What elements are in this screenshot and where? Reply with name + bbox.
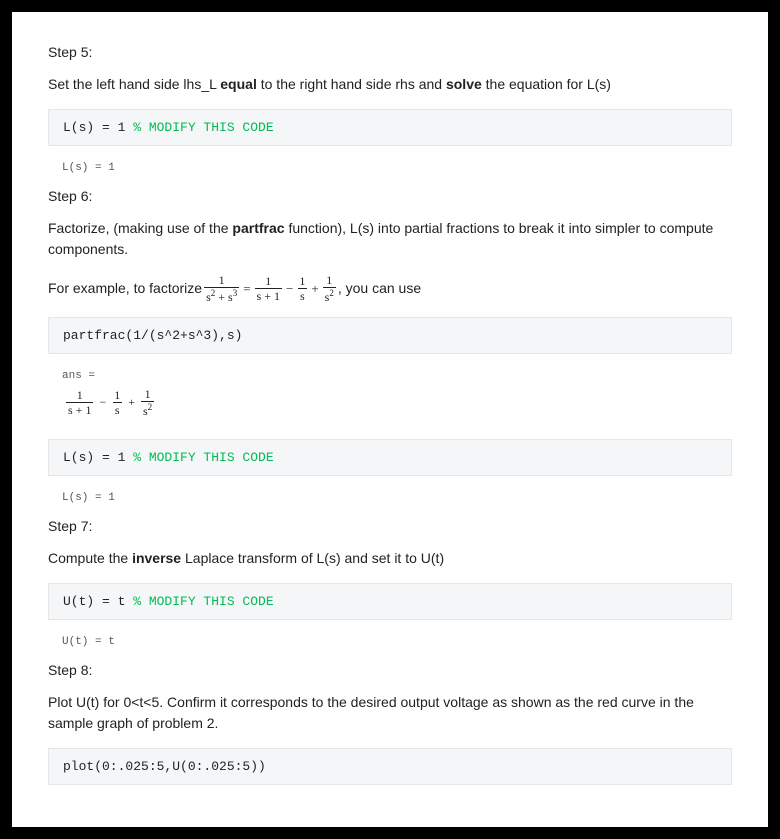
eq1-frac4: 1 s2 [323,274,336,303]
step8-code-block: plot(0:.025:5,U(0:.025:5)) [48,748,732,785]
step8-body: Plot U(t) for 0<t<5. Confirm it correspo… [48,692,732,734]
step7-body-b1: inverse [132,550,181,566]
eq2-f1-den: s + 1 [66,402,93,416]
step7-title: Step 7: [48,518,732,534]
eq2-f3-num: 1 [143,388,153,401]
step6-example-line: For example, to factorize 1 s2 + s3 = 1 … [48,274,732,303]
step5-code-comment: % MODIFY THIS CODE [133,120,273,135]
step5-body-pre: Set the left hand side lhs_L [48,76,220,92]
eq2-f1-num: 1 [75,389,85,402]
eq2-f3-den-sup: 2 [148,402,153,412]
eq1-f2-den: s + 1 [255,288,282,302]
document-page: Step 5: Set the left hand side lhs_L equ… [12,12,768,827]
eq1-f4-den-sup: 2 [329,288,334,298]
eq2-plus: + [128,395,135,410]
step6-ex-post: , you can use [338,278,421,299]
step5-title: Step 5: [48,44,732,60]
eq1-f4-den: s2 [323,287,336,303]
step6-ans-equation: 1 s + 1 − 1 s + 1 s2 [48,384,732,429]
step7-code-prefix: U(t) = t [63,594,133,609]
eq1-f3-num: 1 [297,275,307,288]
step6-output2: L(s) = 1 [48,486,732,518]
step5-code-prefix: L(s) = 1 [63,120,133,135]
step6-code1-block: partfrac(1/(s^2+s^3),s) [48,317,732,354]
step5-body-b1: equal [220,76,257,92]
eq2-minus: − [99,395,106,410]
step5-output: L(s) = 1 [48,156,732,188]
eq1-f1-den-plus: + [215,290,228,304]
eq1-f1-num: 1 [217,274,227,287]
eq2-frac3: 1 s2 [141,388,154,417]
eq1-f4-num: 1 [324,274,334,287]
step6-code2-block: L(s) = 1 % MODIFY THIS CODE [48,439,732,476]
eq1-plus: + [311,279,318,299]
eq1-f1-den-bsup: 3 [233,288,238,298]
step5-body-post: the equation for L(s) [482,76,611,92]
eq1-frac3: 1 s [297,275,307,302]
step7-output: U(t) = t [48,630,732,662]
step6-ans-label: ans = [48,364,732,384]
step6-code2-comment: % MODIFY THIS CODE [133,450,273,465]
eq1-f3-den: s [298,288,307,302]
eq1-minus: − [286,279,293,299]
eq1-frac1: 1 s2 + s3 [204,274,239,303]
eq2-f2-num: 1 [112,389,122,402]
step8-title: Step 8: [48,662,732,678]
eq2-frac1: 1 s + 1 [66,389,93,416]
step6-body-b1: partfrac [232,220,284,236]
eq1-frac2: 1 s + 1 [255,275,282,302]
eq2-f3-den: s2 [141,401,154,417]
step5-code-block: L(s) = 1 % MODIFY THIS CODE [48,109,732,146]
eq2-frac2: 1 s [112,389,122,416]
step7-body: Compute the inverse Laplace transform of… [48,548,732,569]
step5-body-mid: to the right hand side rhs and [257,76,446,92]
step6-code2-prefix: L(s) = 1 [63,450,133,465]
step6-body: Factorize, (making use of the partfrac f… [48,218,732,260]
step6-body-pre: Factorize, (making use of the [48,220,232,236]
step6-ex-pre: For example, to factorize [48,278,202,299]
eq1-f2-num: 1 [263,275,273,288]
step7-code-comment: % MODIFY THIS CODE [133,594,273,609]
step5-body-b2: solve [446,76,482,92]
eq2-f2-den: s [113,402,122,416]
step7-body-post: Laplace transform of L(s) and set it to … [181,550,444,566]
step6-title: Step 6: [48,188,732,204]
eq1-f1-den: s2 + s3 [204,287,239,303]
eq1-eq: = [243,279,250,299]
step6-inline-equation: 1 s2 + s3 = 1 s + 1 − 1 s + 1 s2 [204,274,336,303]
step5-body: Set the left hand side lhs_L equal to th… [48,74,732,95]
step7-body-pre: Compute the [48,550,132,566]
step7-code-block: U(t) = t % MODIFY THIS CODE [48,583,732,620]
